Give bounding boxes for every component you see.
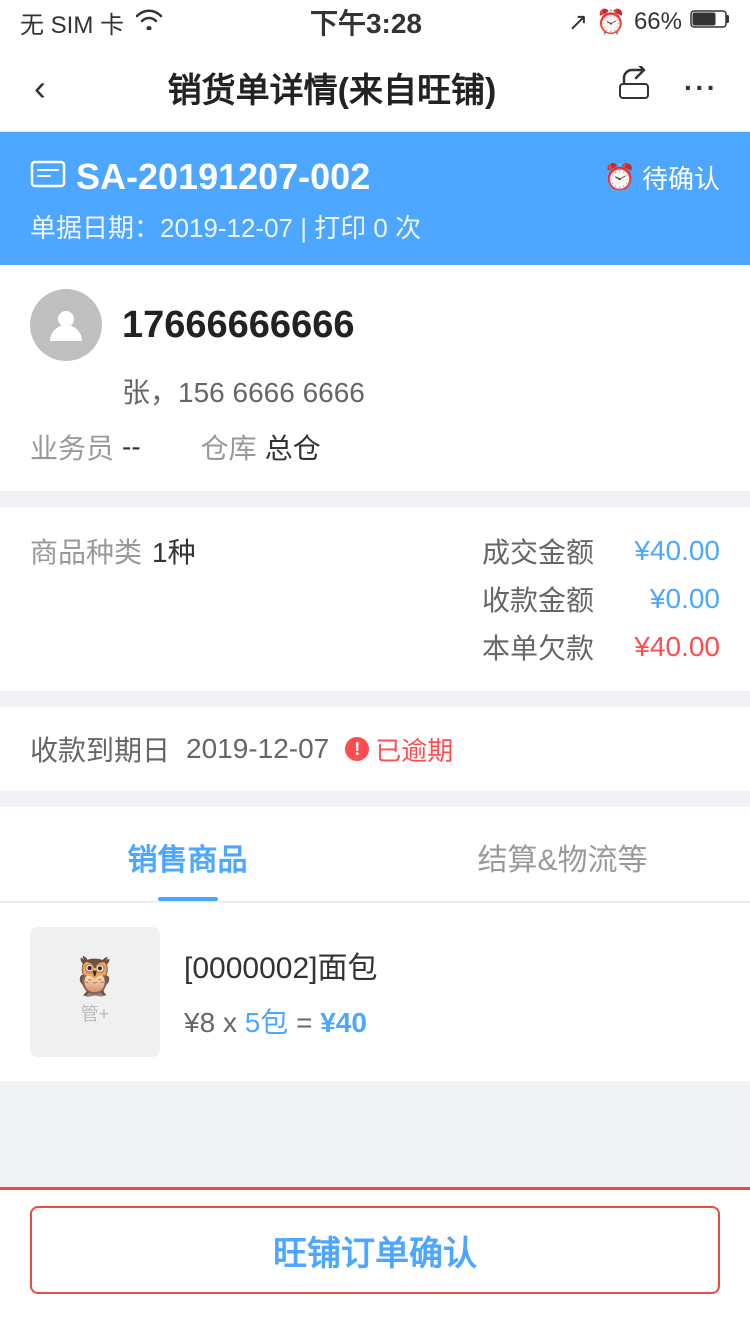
- back-button[interactable]: ‹: [24, 57, 56, 119]
- product-name: [0000002]面包: [184, 943, 720, 987]
- customer-name: 张，156 6666 6666: [122, 371, 720, 411]
- product-image: 🦉 管+: [30, 927, 160, 1057]
- received-amount: 收款金额 ¥0.00: [482, 579, 720, 619]
- tab-settlement[interactable]: 结算&物流等: [375, 807, 750, 901]
- share-button[interactable]: [608, 58, 660, 118]
- warehouse-value: 总仓: [265, 427, 321, 467]
- order-icon: [30, 159, 66, 196]
- overdue-badge: ! 已逾期: [345, 731, 453, 768]
- status-right: ↗ ⏰ 66%: [568, 8, 730, 37]
- tabs: 销售商品 结算&物流等: [0, 807, 750, 902]
- order-id: SA-20191207-002: [30, 156, 370, 198]
- tab-products[interactable]: 销售商品: [0, 807, 375, 901]
- product-type-label: 商品种类: [30, 531, 142, 571]
- salesperson-item: 业务员 --: [30, 427, 141, 467]
- summary-card: 商品种类 1种 成交金额 ¥40.00 收款金额 ¥0.00 本单欠款 ¥40.…: [0, 507, 750, 691]
- nav-actions: ···: [608, 58, 726, 118]
- overdue-icon: !: [345, 737, 369, 761]
- due-date-label: 收款到期日: [30, 729, 170, 769]
- customer-phone: 17666666666: [122, 304, 354, 347]
- received-value: ¥0.00: [610, 583, 720, 615]
- order-date: 单据日期：2019-12-07 | 打印 0 次: [30, 208, 720, 245]
- location-icon: ↗: [568, 8, 588, 37]
- clock-icon: ⏰: [596, 8, 626, 37]
- nav-bar: ‹ 销货单详情(来自旺铺) ···: [0, 44, 750, 132]
- salesperson-value: --: [122, 431, 141, 463]
- page-title: 销货单详情(来自旺铺): [168, 63, 497, 112]
- product-type-value: 1种: [152, 531, 196, 571]
- transaction-label: 成交金额: [482, 531, 594, 571]
- order-status: ⏰ 待确认: [604, 159, 720, 196]
- product-total: ¥40: [320, 1007, 367, 1038]
- product-price-row: ¥8 x 5包 = ¥40: [184, 1001, 720, 1041]
- customer-card: 17666666666 张，156 6666 6666 业务员 -- 仓库 总仓: [0, 265, 750, 491]
- warehouse-label: 仓库: [201, 427, 257, 467]
- customer-meta: 业务员 -- 仓库 总仓: [30, 427, 720, 467]
- overdue-text: 已逾期: [375, 731, 453, 768]
- product-logo-icon: 🦉: [71, 958, 118, 996]
- salesperson-label: 业务员: [30, 427, 114, 467]
- order-header: SA-20191207-002 ⏰ 待确认 单据日期：2019-12-07 | …: [0, 132, 750, 265]
- bottom-action: 旺铺订单确认: [0, 1187, 750, 1334]
- table-row: 🦉 管+ [0000002]面包 ¥8 x 5包 = ¥40: [0, 903, 750, 1081]
- status-left: 无 SIM 卡: [20, 5, 164, 40]
- product-logo-text: 管+: [81, 1000, 110, 1026]
- status-time: 下午3:28: [310, 2, 422, 42]
- product-qty: 5包: [245, 1007, 289, 1038]
- transaction-amount: 成交金额 ¥40.00: [482, 531, 720, 571]
- warehouse-item: 仓库 总仓: [201, 427, 321, 467]
- battery-icon: [690, 8, 730, 36]
- confirm-order-button[interactable]: 旺铺订单确认: [30, 1206, 720, 1294]
- product-info: [0000002]面包 ¥8 x 5包 = ¥40: [184, 943, 720, 1041]
- amount-list: 成交金额 ¥40.00 收款金额 ¥0.00 本单欠款 ¥40.00: [482, 531, 720, 667]
- battery-label: 66%: [634, 8, 682, 36]
- status-clock-icon: ⏰: [604, 162, 636, 193]
- avatar: [30, 289, 102, 361]
- product-list: 🦉 管+ [0000002]面包 ¥8 x 5包 = ¥40: [0, 903, 750, 1081]
- product-type: 商品种类 1种: [30, 531, 196, 571]
- wifi-icon: [134, 8, 164, 37]
- more-button[interactable]: ···: [676, 64, 726, 112]
- tabs-container: 销售商品 结算&物流等: [0, 807, 750, 902]
- received-label: 收款金额: [482, 579, 594, 619]
- owed-label: 本单欠款: [482, 627, 594, 667]
- status-bar: 无 SIM 卡 下午3:28 ↗ ⏰ 66%: [0, 0, 750, 44]
- owed-amount: 本单欠款 ¥40.00: [482, 627, 720, 667]
- carrier-label: 无 SIM 卡: [20, 5, 124, 40]
- due-date-card: 收款到期日 2019-12-07 ! 已逾期: [0, 707, 750, 791]
- transaction-value: ¥40.00: [610, 535, 720, 567]
- due-date-value: 2019-12-07: [186, 733, 329, 765]
- owed-value: ¥40.00: [610, 631, 720, 663]
